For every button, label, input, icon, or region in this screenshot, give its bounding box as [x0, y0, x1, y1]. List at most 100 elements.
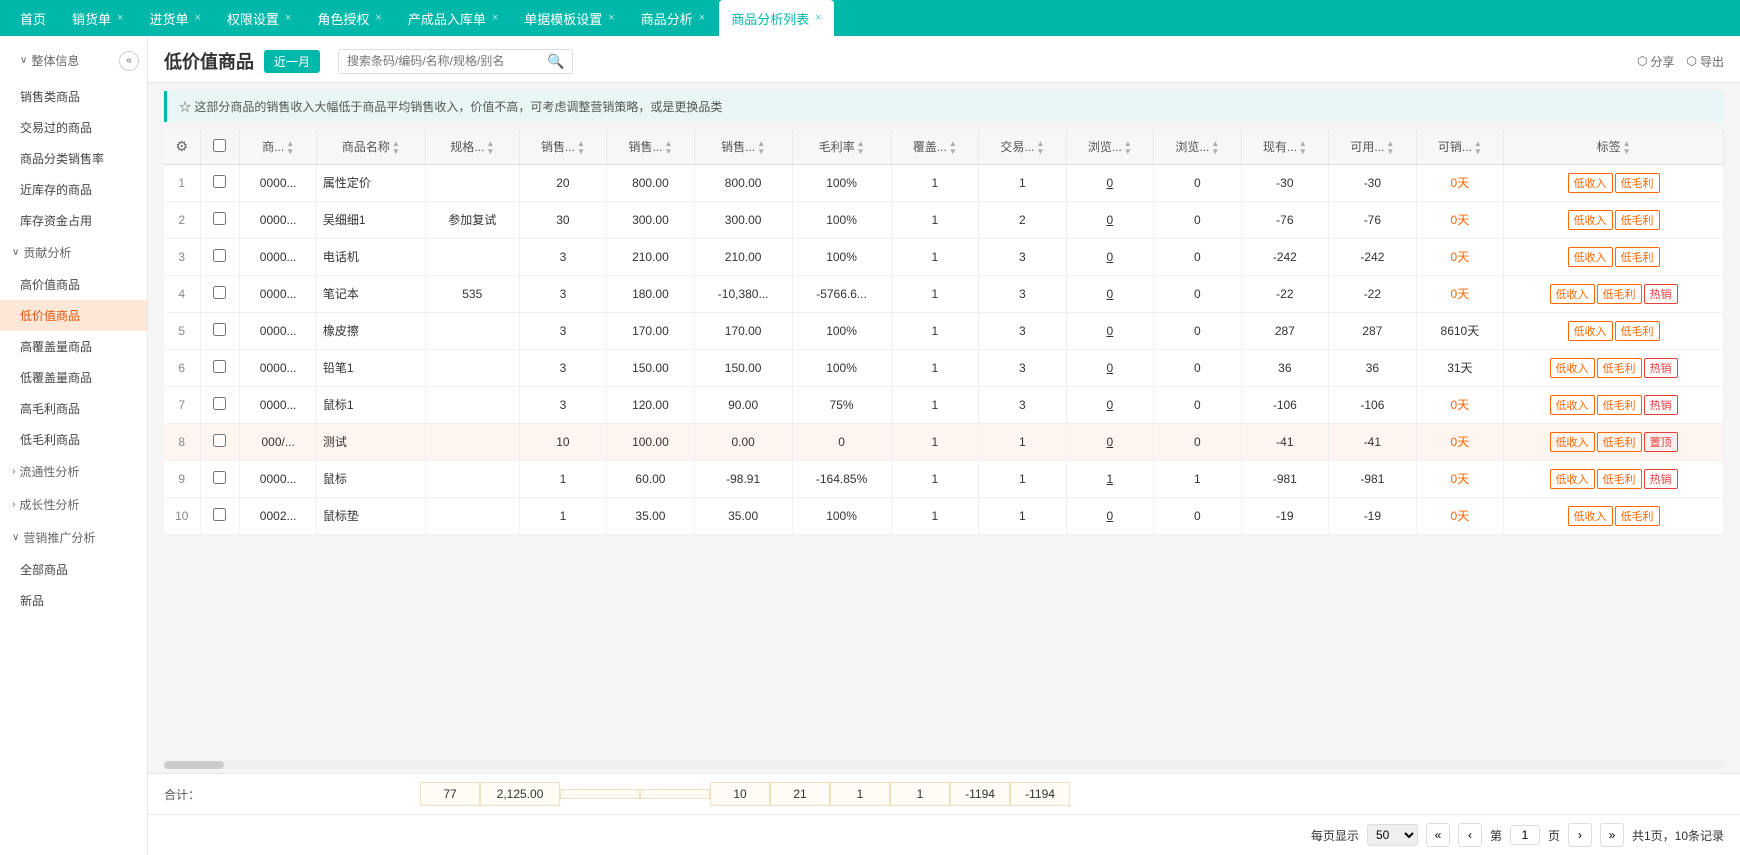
sidebar-item-stock-capital[interactable]: 库存资金占用	[0, 205, 147, 236]
row-view1[interactable]: 0	[1066, 386, 1154, 423]
nav-purchase-order[interactable]: 进货单 ×	[137, 0, 212, 36]
sidebar-group-growth[interactable]: › 成长性分析	[0, 488, 147, 521]
sidebar-item-low-margin[interactable]: 低毛利商品	[0, 424, 147, 455]
view1-value[interactable]: 0	[1106, 324, 1113, 338]
close-icon[interactable]: ×	[285, 12, 291, 24]
filter-recent-month-btn[interactable]: 近一月	[264, 50, 320, 73]
sidebar-group-circulation[interactable]: › 流通性分析	[0, 455, 147, 488]
sidebar-item-category-sales-rate[interactable]: 商品分类销售率	[0, 143, 147, 174]
row-view1[interactable]: 0	[1066, 238, 1154, 275]
scrollbar-thumb[interactable]	[164, 761, 224, 769]
share-btn[interactable]: ⬡ 分享	[1637, 53, 1675, 70]
row-view1[interactable]: 0	[1066, 275, 1154, 312]
col-sales-price[interactable]: 销售...▲▼	[607, 130, 695, 164]
sidebar-group-overall[interactable]: ∨ 整体信息	[8, 44, 91, 77]
row-checkbox[interactable]	[200, 460, 240, 497]
view1-value[interactable]: 1	[1106, 472, 1113, 486]
export-btn[interactable]: ⬡ 导出	[1687, 53, 1725, 70]
nav-product-analysis[interactable]: 商品分析 ×	[629, 0, 717, 36]
page-number-input[interactable]	[1510, 825, 1540, 845]
sidebar-group-marketing[interactable]: ∨ 营销推广分析	[0, 521, 147, 554]
col-saleable[interactable]: 可销...▲▼	[1416, 130, 1504, 164]
row-checkbox[interactable]	[200, 423, 240, 460]
col-view1[interactable]: 浏览...▲▼	[1066, 130, 1154, 164]
view1-value[interactable]: 0	[1106, 398, 1113, 412]
nav-permission[interactable]: 权限设置 ×	[215, 0, 303, 36]
close-icon[interactable]: ×	[815, 12, 821, 24]
sidebar-item-sales-products[interactable]: 销售类商品	[0, 81, 147, 112]
row-view2: 0	[1154, 423, 1242, 460]
settings-icon[interactable]: ⚙	[175, 138, 188, 154]
next-page-btn[interactable]: ›	[1568, 823, 1592, 847]
table-container[interactable]: ⚙ 商...▲▼ 商品名称▲▼ 规格...▲▼ 销售...▲▼ 销售...▲▼ …	[148, 130, 1740, 757]
col-current[interactable]: 现有...▲▼	[1241, 130, 1329, 164]
view1-value[interactable]: 0	[1106, 435, 1113, 449]
page-size-select[interactable]: 50 20 100	[1367, 824, 1418, 846]
last-page-btn[interactable]: »	[1600, 823, 1624, 847]
row-checkbox[interactable]	[200, 312, 240, 349]
nav-template-settings[interactable]: 单据模板设置 ×	[512, 0, 626, 36]
scrollbar-track[interactable]	[164, 761, 1724, 769]
view1-value[interactable]: 0	[1106, 176, 1113, 190]
sidebar-group-contribution[interactable]: ∨ 贡献分析	[0, 236, 147, 269]
row-checkbox[interactable]	[200, 349, 240, 386]
col-name[interactable]: 商品名称▲▼	[316, 130, 425, 164]
sidebar-collapse-btn[interactable]: «	[119, 51, 139, 71]
row-view1[interactable]: 0	[1066, 349, 1154, 386]
col-sales-amount[interactable]: 销售...▲▼	[694, 130, 792, 164]
sidebar-item-new-products[interactable]: 新品	[0, 585, 147, 616]
row-checkbox[interactable]	[200, 201, 240, 238]
close-icon[interactable]: ×	[375, 12, 381, 24]
row-checkbox[interactable]	[200, 238, 240, 275]
prev-page-btn[interactable]: ‹	[1458, 823, 1482, 847]
row-checkbox[interactable]	[200, 164, 240, 201]
col-checkbox[interactable]	[200, 130, 240, 164]
nav-role-auth[interactable]: 角色授权 ×	[305, 0, 393, 36]
row-view1[interactable]: 1	[1066, 460, 1154, 497]
col-tags[interactable]: 标签▲▼	[1504, 130, 1724, 164]
row-checkbox[interactable]	[200, 275, 240, 312]
close-icon[interactable]: ×	[608, 12, 614, 24]
sidebar-item-near-stock[interactable]: 近库存的商品	[0, 174, 147, 205]
view1-value[interactable]: 0	[1106, 509, 1113, 523]
view1-value[interactable]: 0	[1106, 250, 1113, 264]
row-view1[interactable]: 0	[1066, 497, 1154, 534]
sidebar-item-high-value[interactable]: 高价值商品	[0, 269, 147, 300]
col-transaction[interactable]: 交易...▲▼	[979, 130, 1067, 164]
row-checkbox[interactable]	[200, 386, 240, 423]
nav-sales-order[interactable]: 销货单 ×	[60, 0, 135, 36]
search-icon[interactable]: 🔍	[547, 53, 564, 70]
close-icon[interactable]: ×	[194, 12, 200, 24]
sidebar-item-low-coverage[interactable]: 低覆盖量商品	[0, 362, 147, 393]
sidebar-item-high-coverage[interactable]: 高覆盖量商品	[0, 331, 147, 362]
row-view1[interactable]: 0	[1066, 164, 1154, 201]
col-coverage[interactable]: 覆盖...▲▼	[891, 130, 979, 164]
col-spec[interactable]: 规格...▲▼	[425, 130, 519, 164]
sidebar-item-all-products[interactable]: 全部商品	[0, 554, 147, 585]
nav-product-analysis-list[interactable]: 商品分析列表 ×	[719, 0, 833, 36]
col-available[interactable]: 可用...▲▼	[1329, 130, 1417, 164]
row-checkbox[interactable]	[200, 497, 240, 534]
col-settings[interactable]: ⚙	[164, 130, 200, 164]
sidebar-item-low-value[interactable]: 低价值商品	[0, 300, 147, 331]
view1-value[interactable]: 0	[1106, 213, 1113, 227]
row-view1[interactable]: 0	[1066, 312, 1154, 349]
nav-product-storage[interactable]: 产成品入库单 ×	[396, 0, 510, 36]
row-view1[interactable]: 0	[1066, 201, 1154, 238]
col-view2[interactable]: 浏览...▲▼	[1154, 130, 1242, 164]
search-input[interactable]	[347, 54, 547, 68]
col-sales-qty[interactable]: 销售...▲▼	[519, 130, 607, 164]
view1-value[interactable]: 0	[1106, 361, 1113, 375]
sidebar-item-high-margin[interactable]: 高毛利商品	[0, 393, 147, 424]
row-view1[interactable]: 0	[1066, 423, 1154, 460]
select-all-checkbox[interactable]	[213, 139, 226, 152]
view1-value[interactable]: 0	[1106, 287, 1113, 301]
col-code[interactable]: 商...▲▼	[240, 130, 316, 164]
nav-home[interactable]: 首页	[8, 0, 58, 36]
close-icon[interactable]: ×	[492, 12, 498, 24]
col-gross-margin[interactable]: 毛利率▲▼	[792, 130, 891, 164]
close-icon[interactable]: ×	[699, 12, 705, 24]
close-icon[interactable]: ×	[117, 12, 123, 24]
sidebar-item-traded-products[interactable]: 交易过的商品	[0, 112, 147, 143]
first-page-btn[interactable]: «	[1426, 823, 1450, 847]
